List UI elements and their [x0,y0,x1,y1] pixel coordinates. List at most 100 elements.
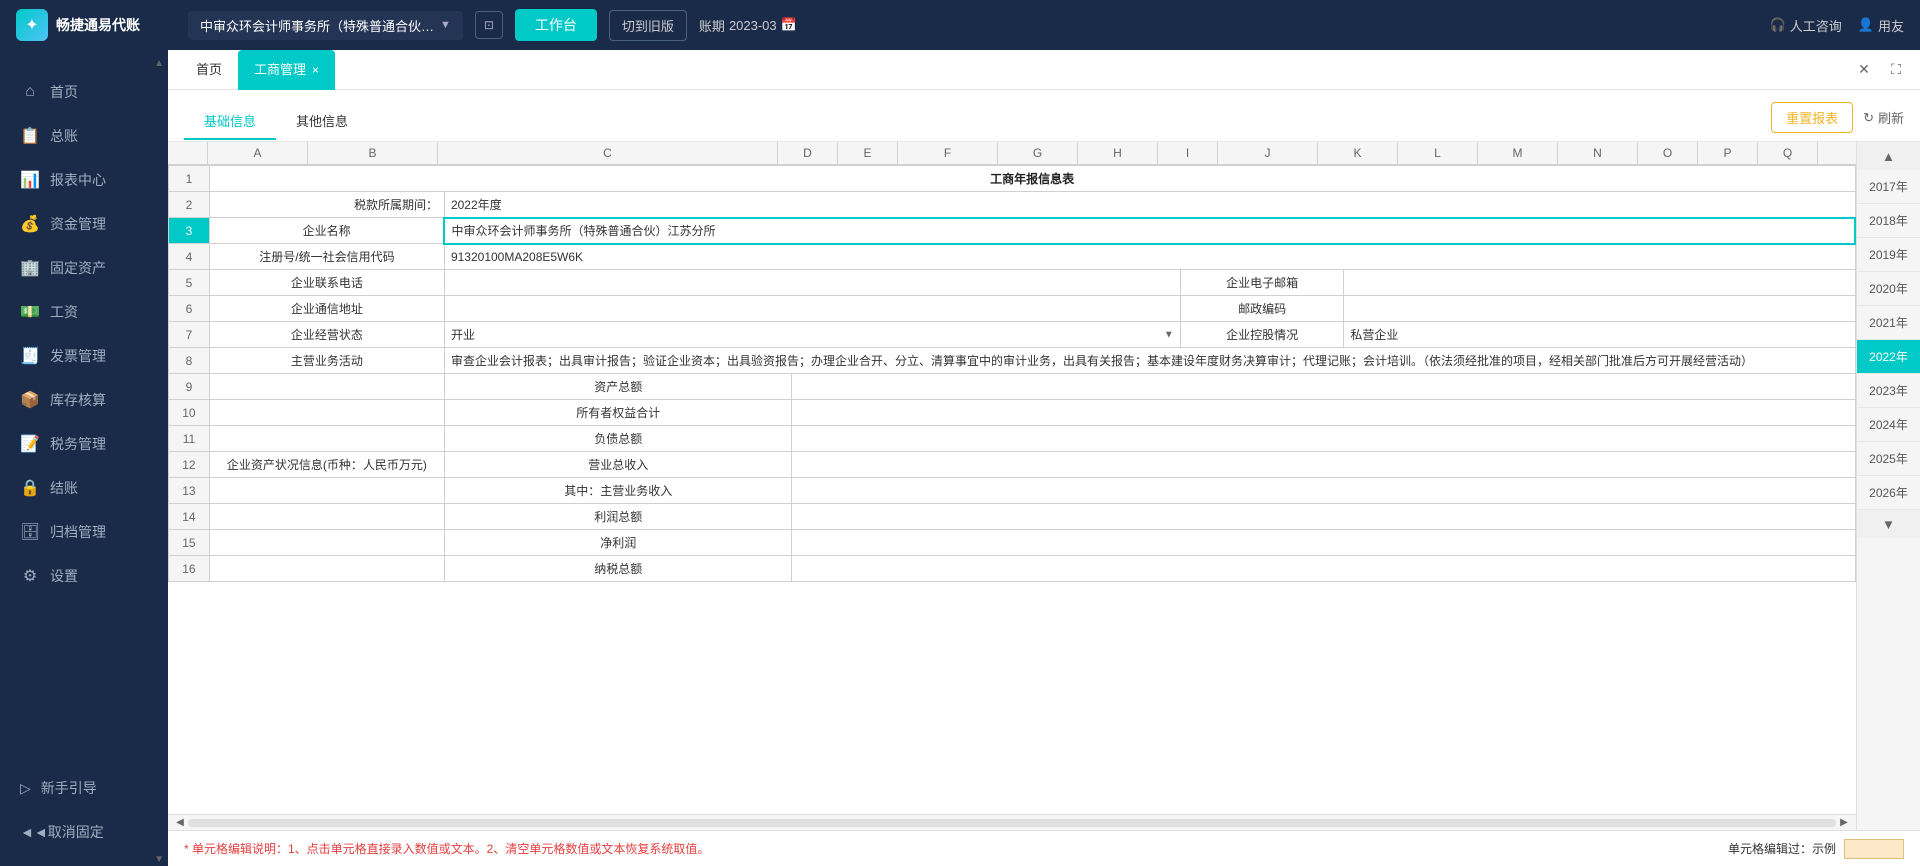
h-scroll-left-btn[interactable]: ◀ [172,815,188,831]
col-header-I: I [1158,142,1218,164]
year-item-2024[interactable]: 2024年 [1857,408,1920,442]
sidebar-pin[interactable]: ◄◄取消固定 [0,810,168,854]
cell-revenue-value[interactable] [792,452,1855,478]
sidebar-item-closing[interactable]: 🔒 结账 [0,466,168,510]
year-item-2026[interactable]: 2026年 [1857,476,1920,510]
cell-net-profit-value[interactable] [792,530,1855,556]
service-button[interactable]: 🎧 人工咨询 [1770,16,1842,35]
cell-address-label: 企业通信地址 [209,296,444,322]
archive-icon: 🗄 [20,522,40,542]
year-item-2025[interactable]: 2025年 [1857,442,1920,476]
sidebar-item-assets[interactable]: 🏢 固定资产 [0,246,168,290]
sidebar-item-ledger[interactable]: 📋 总账 [0,114,168,158]
year-item-2019[interactable]: 2019年 [1857,238,1920,272]
cell-company-value[interactable]: 中审众环会计师事务所（特殊普通合伙）江苏分所 [444,218,1855,244]
table-row: 4 注册号/统一社会信用代码 91320100MA208E5W6K [169,244,1856,270]
inner-content: 基础信息 其他信息 重置报表 ↻ 刷新 A B [168,90,1920,866]
cell-address-value[interactable] [444,296,1180,322]
tab-ctrl-close[interactable]: ✕ [1852,58,1876,82]
sidebar-scroll-up[interactable]: ▲ [154,58,164,70]
cell-tax-label: 纳税总额 [444,556,792,582]
row-num-4: 4 [169,244,210,270]
sidebar-item-home[interactable]: ⌂ 首页 [0,70,168,114]
tab-controls: ✕ ⛶ [1852,58,1908,82]
cell-assets-value[interactable] [792,374,1855,400]
cell-status-label: 企业经营状态 [209,322,444,348]
workbench-button[interactable]: 工作台 [515,9,597,41]
new-user-label: 新手引导 [41,778,97,798]
reset-report-button[interactable]: 重置报表 [1771,102,1853,133]
sidebar-scroll-down[interactable]: ▼ [154,854,164,866]
cell-email-label: 企业电子邮箱 [1180,270,1344,296]
cell-profit-value[interactable] [792,504,1855,530]
sidebar-item-salary[interactable]: 💵 工资 [0,290,168,334]
cell-period-value[interactable]: 2022年度 [444,192,1855,218]
year-item-2023[interactable]: 2023年 [1857,374,1920,408]
finance-icon: 💰 [20,214,40,234]
year-item-2022[interactable]: 2022年 [1857,340,1920,374]
cell-postcode-value[interactable] [1344,296,1855,322]
sidebar-item-inventory[interactable]: 📦 库存核算 [0,378,168,422]
year-item-2017[interactable]: 2017年 [1857,170,1920,204]
cell-status-value[interactable]: 开业 ▼ [444,322,1180,348]
table-row: 8 主营业务活动 审查企业会计报表；出具审计报告；验证企业资本；出具验资报告；办… [169,348,1856,374]
sidebar-item-invoice[interactable]: 🧾 发票管理 [0,334,168,378]
cell-row9-label [209,374,444,400]
bottom-tip: * 单元格编辑说明：1、点击单元格直接录入数值或文本。2、清空单元格数值或文本恢… [184,840,709,857]
sidebar-item-archive[interactable]: 🗄 归档管理 [0,510,168,554]
sidebar-item-report[interactable]: 📊 报表中心 [0,158,168,202]
table-row: 13 其中：主营业务收入 [169,478,1856,504]
calendar-icon[interactable]: 📅 [781,17,797,33]
cell-main-revenue-value[interactable] [792,478,1855,504]
table-title[interactable]: 工商年报信息表 [209,166,1855,192]
old-version-button[interactable]: 切到旧版 [609,10,687,41]
table-row: 3 企业名称 中审众环会计师事务所（特殊普通合伙）江苏分所 [169,218,1856,244]
tab-commerce[interactable]: 工商管理 × [238,50,335,90]
sidebar-new-user[interactable]: ▷ 新手引导 [0,766,168,810]
cell-holding-value[interactable]: 私营企业 [1344,322,1855,348]
user-button[interactable]: 👤 用友 [1858,16,1904,35]
tab-close-button[interactable]: × [312,50,319,90]
copy-icon[interactable]: ⊡ [475,11,503,39]
sidebar-label-finance: 资金管理 [50,214,106,234]
h-scroll-right-btn[interactable]: ▶ [1836,815,1852,831]
top-header: ✦ 畅捷通易代账 中审众环会计师事务所（特殊普通合伙… ▼ ⊡ 工作台 切到旧版… [0,0,1920,50]
cell-regcode-value[interactable]: 91320100MA208E5W6K [444,244,1855,270]
row-num-11: 11 [169,426,210,452]
col-header-K: K [1318,142,1398,164]
col-header-L: L [1398,142,1478,164]
sidebar-item-settings[interactable]: ⚙ 设置 [0,554,168,598]
year-scroll-down-btn[interactable]: ▼ [1857,510,1920,538]
tab-commerce-label: 工商管理 [254,50,306,90]
cell-tax-value[interactable] [792,556,1855,582]
h-scroll-track[interactable] [188,819,1836,827]
cell-email-value[interactable] [1344,270,1855,296]
tab-home[interactable]: 首页 [180,50,238,90]
year-item-2020[interactable]: 2020年 [1857,272,1920,306]
cell-liabilities-value[interactable] [792,426,1855,452]
h-scroll-bar: ◀ ▶ [168,814,1856,830]
pin-label: ◄◄取消固定 [20,822,104,842]
year-item-2018[interactable]: 2018年 [1857,204,1920,238]
company-selector[interactable]: 中审众环会计师事务所（特殊普通合伙… ▼ [188,11,463,40]
cell-phone-value[interactable] [444,270,1180,296]
sidebar-item-finance[interactable]: 💰 资金管理 [0,202,168,246]
tab-ctrl-maximize[interactable]: ⛶ [1884,58,1908,82]
row-num-5: 5 [169,270,210,296]
cell-business-value[interactable]: 审查企业会计报表；出具审计报告；验证企业资本；出具验资报告；办理企业合开、分立、… [444,348,1855,374]
sub-tab-other[interactable]: 其他信息 [276,103,368,140]
year-item-2021[interactable]: 2021年 [1857,306,1920,340]
cell-equity-value[interactable] [792,400,1855,426]
sidebar-item-tax[interactable]: 📝 税务管理 [0,422,168,466]
inventory-icon: 📦 [20,390,40,410]
refresh-button[interactable]: ↻ 刷新 [1863,108,1904,127]
cell-main-revenue-label: 其中：主营业务收入 [444,478,792,504]
report-icon: 📊 [20,170,40,190]
cell-net-profit-label: 净利润 [444,530,792,556]
table-row: 6 企业通信地址 邮政编码 [169,296,1856,322]
col-header-E: E [838,142,898,164]
col-header-O: O [1638,142,1698,164]
sidebar-label-report: 报表中心 [50,170,106,190]
year-scroll-up-btn[interactable]: ▲ [1857,142,1920,170]
sub-tab-basic[interactable]: 基础信息 [184,103,276,140]
